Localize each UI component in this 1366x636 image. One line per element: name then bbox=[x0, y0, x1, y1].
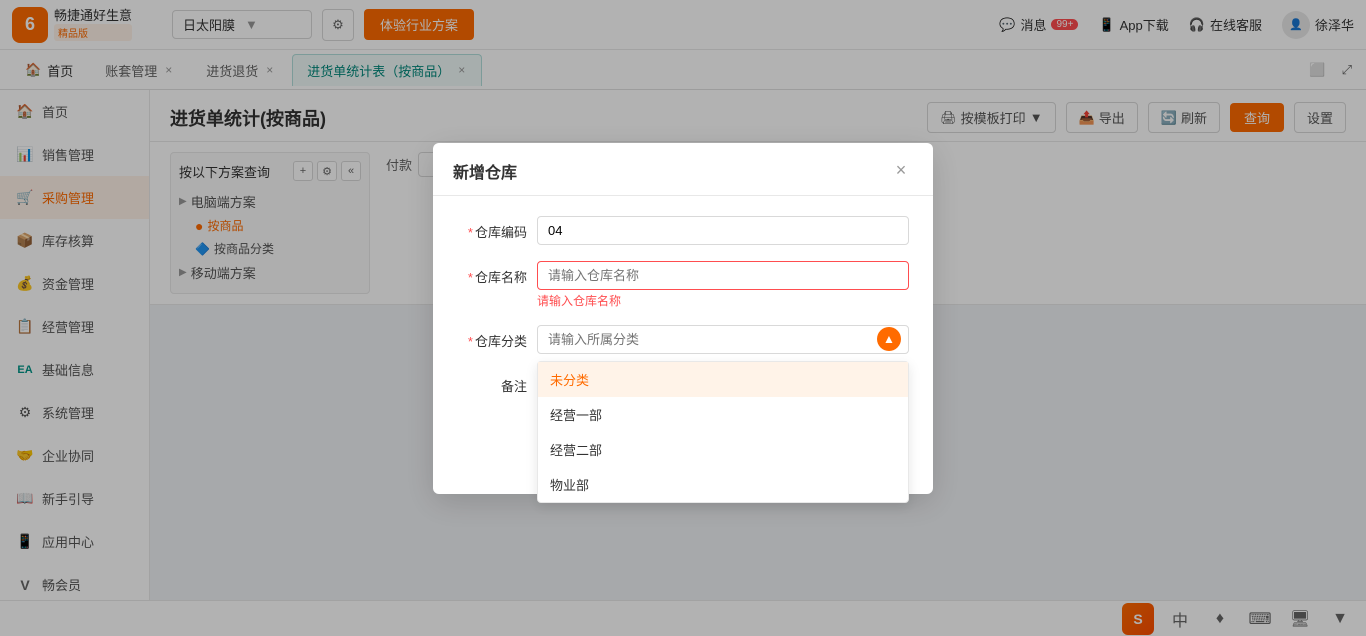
modal-new-warehouse: 新增仓库 × 仓库编码 仓库名称 请输入仓库名称 仓库分类 bbox=[433, 143, 933, 494]
modal-title: 新增仓库 bbox=[453, 159, 517, 183]
modal-close-button[interactable]: × bbox=[889, 159, 913, 183]
category-dropdown-wrap: ▲ 未分类 经营一部 经营二部 物业部 bbox=[537, 325, 909, 354]
modal-header: 新增仓库 × bbox=[433, 143, 933, 196]
code-input[interactable] bbox=[537, 216, 909, 245]
dropdown-item-2[interactable]: 经营二部 bbox=[538, 432, 908, 467]
name-error-msg: 请输入仓库名称 bbox=[537, 292, 909, 309]
dropdown-toggle-button[interactable]: ▲ bbox=[877, 327, 901, 351]
name-label: 仓库名称 bbox=[457, 261, 527, 286]
code-label: 仓库编码 bbox=[457, 216, 527, 241]
category-label: 仓库分类 bbox=[457, 325, 527, 350]
dropdown-item-1[interactable]: 经营一部 bbox=[538, 397, 908, 432]
form-row-name: 仓库名称 请输入仓库名称 bbox=[457, 261, 909, 309]
category-dropdown-list: 未分类 经营一部 经营二部 物业部 bbox=[537, 361, 909, 503]
modal-overlay[interactable]: 新增仓库 × 仓库编码 仓库名称 请输入仓库名称 仓库分类 bbox=[0, 0, 1366, 636]
dropdown-item-0[interactable]: 未分类 bbox=[538, 362, 908, 397]
dropdown-item-3[interactable]: 物业部 bbox=[538, 467, 908, 502]
category-input[interactable] bbox=[537, 325, 909, 354]
name-input[interactable] bbox=[537, 261, 909, 290]
note-label: 备注 bbox=[457, 370, 527, 395]
form-row-code: 仓库编码 bbox=[457, 216, 909, 245]
form-row-category: 仓库分类 ▲ 未分类 经营一部 经营二部 物业部 bbox=[457, 325, 909, 354]
modal-body: 仓库编码 仓库名称 请输入仓库名称 仓库分类 ▲ bbox=[433, 196, 933, 435]
